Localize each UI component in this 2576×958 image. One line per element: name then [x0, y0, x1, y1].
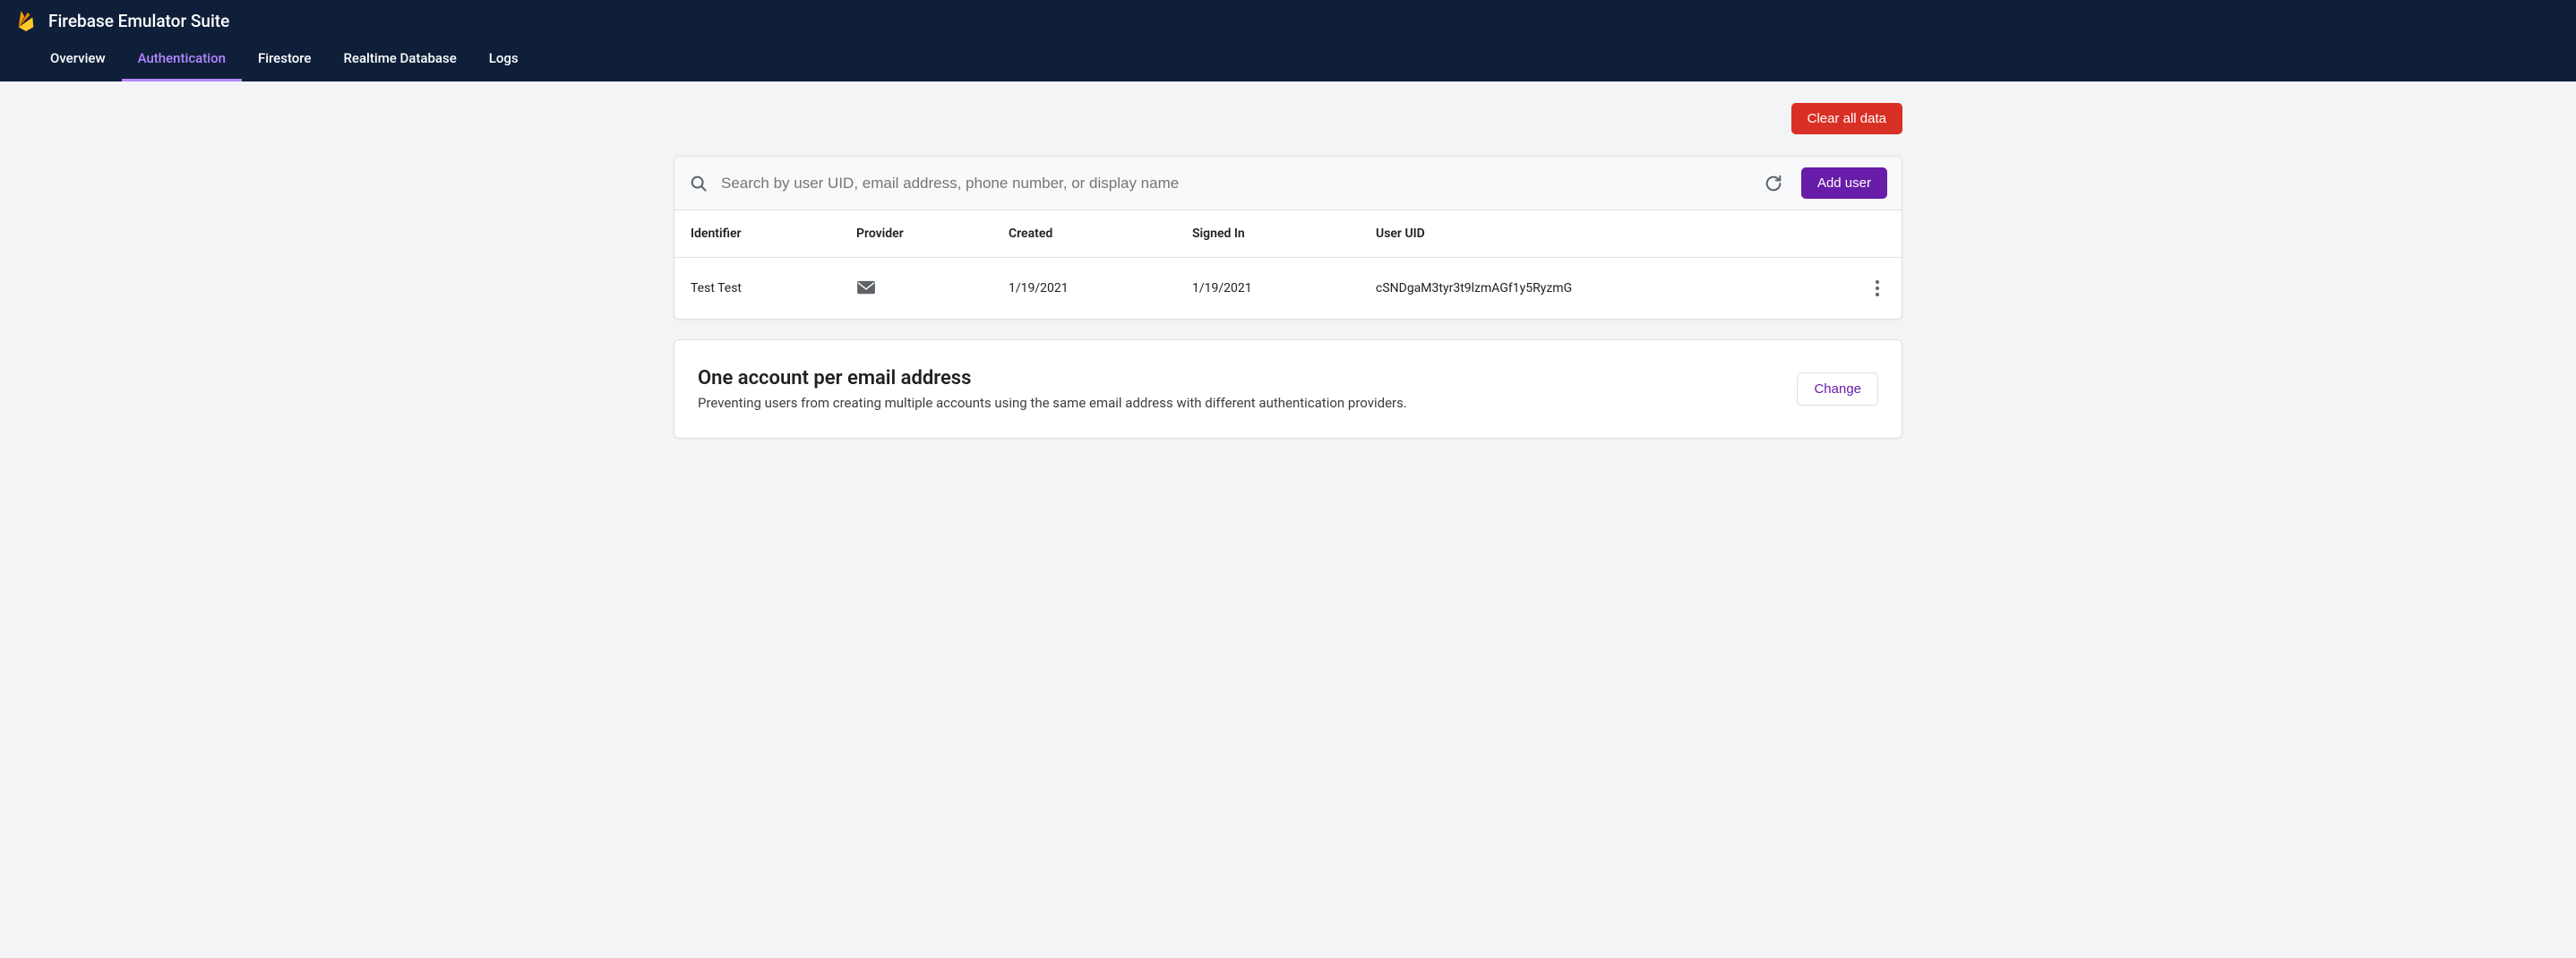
- header-top: Firebase Emulator Suite: [0, 0, 2576, 36]
- cell-user-uid: cSNDgaM3tyr3t9lzmAGf1y5RyzmG: [1376, 281, 1832, 295]
- header-bar: Firebase Emulator Suite Overview Authent…: [0, 0, 2576, 81]
- setting-text: One account per email address Preventing…: [698, 367, 1775, 411]
- cell-provider: [856, 280, 1009, 296]
- change-button[interactable]: Change: [1797, 372, 1878, 406]
- add-user-button[interactable]: Add user: [1801, 167, 1887, 199]
- cell-identifier: Test Test: [691, 281, 856, 295]
- more-vert-icon: [1875, 279, 1880, 297]
- tab-overview[interactable]: Overview: [34, 36, 122, 81]
- refresh-button[interactable]: [1758, 168, 1789, 199]
- clear-all-data-button[interactable]: Clear all data: [1791, 103, 1902, 134]
- table-header-row: Identifier Provider Created Signed In Us…: [674, 210, 1902, 258]
- tab-logs[interactable]: Logs: [473, 36, 535, 81]
- col-identifier: Identifier: [691, 227, 856, 241]
- setting-title: One account per email address: [698, 367, 1775, 389]
- col-created: Created: [1009, 227, 1192, 241]
- search-icon: [689, 174, 708, 193]
- main-content: Clear all data Add user: [674, 81, 1902, 475]
- tab-realtime-database[interactable]: Realtime Database: [327, 36, 472, 81]
- cell-created: 1/19/2021: [1009, 281, 1192, 295]
- search-input[interactable]: [721, 175, 1746, 192]
- app-title: Firebase Emulator Suite: [48, 11, 229, 31]
- users-card: Add user Identifier Provider Created Sig…: [674, 156, 1902, 320]
- setting-description: Preventing users from creating multiple …: [698, 395, 1775, 411]
- col-signed-in: Signed In: [1192, 227, 1376, 241]
- cell-signed-in: 1/19/2021: [1192, 281, 1376, 295]
- top-action-row: Clear all data: [674, 103, 1902, 156]
- nav-tabs: Overview Authentication Firestore Realti…: [0, 36, 2576, 81]
- search-row: Add user: [674, 157, 1902, 210]
- table-row: Test Test 1/19/2021 1/19/2021 cSNDgaM3ty…: [674, 258, 1902, 319]
- row-more-button[interactable]: [1869, 274, 1885, 303]
- email-icon: [856, 280, 1009, 296]
- tab-authentication[interactable]: Authentication: [122, 36, 242, 81]
- tab-firestore[interactable]: Firestore: [242, 36, 328, 81]
- refresh-icon: [1764, 174, 1783, 193]
- account-setting-card: One account per email address Preventing…: [674, 339, 1902, 439]
- col-user-uid: User UID: [1376, 227, 1832, 241]
- col-provider: Provider: [856, 227, 1009, 241]
- firebase-logo-icon: [16, 9, 36, 32]
